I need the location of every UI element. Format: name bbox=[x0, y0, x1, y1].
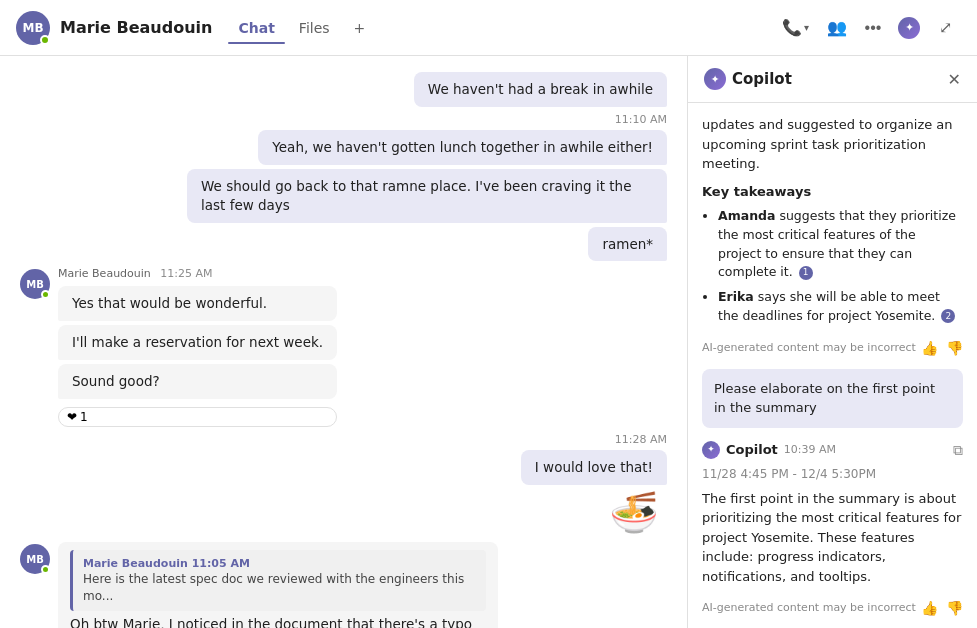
thumbs-down-icon[interactable]: 👎 bbox=[946, 338, 963, 359]
tab-files[interactable]: Files bbox=[289, 14, 340, 42]
reaction-count: 1 bbox=[80, 410, 88, 424]
copilot-response-time: 10:39 AM bbox=[784, 442, 836, 459]
message-bubble: Marie Beaudouin 11:05 AM Here is the lat… bbox=[58, 542, 498, 628]
copilot-response-text: The first point in the summary is about … bbox=[702, 489, 963, 587]
tab-chat[interactable]: Chat bbox=[228, 14, 284, 42]
copilot-prompt-bubble: Please elaborate on the first point in t… bbox=[702, 369, 963, 428]
message-bubble: We should go back to that ramne place. I… bbox=[187, 169, 667, 223]
call-icon: 📞 bbox=[782, 18, 802, 37]
message-bubble: Yeah, we haven't gotten lunch together i… bbox=[258, 130, 667, 165]
sender-status bbox=[41, 290, 50, 299]
main-layout: We haven't had a break in awhile 11:10 A… bbox=[0, 56, 977, 628]
sender-label: Marie Beaudouin 11:25 AM bbox=[58, 267, 337, 280]
reaction-badge[interactable]: ❤️ 1 bbox=[58, 407, 337, 427]
sender-status bbox=[41, 565, 50, 574]
call-dropdown-icon: ▾ bbox=[804, 22, 809, 33]
ai-footer-row: AI-generated content may be incorrect 👍 … bbox=[702, 334, 963, 359]
message-with-avatar: MB Marie Beaudouin 11:25 AM Yes that wou… bbox=[20, 267, 337, 427]
ai-footer-row-2: AI-generated content may be incorrect 👍 … bbox=[702, 594, 963, 619]
takeaway-author: Erika bbox=[718, 289, 754, 304]
copilot-response-header: ✦ Copilot 10:39 AM ⧉ bbox=[702, 440, 963, 461]
copilot-response-date: 11/28 4:45 PM - 12/4 5:30PM bbox=[702, 465, 963, 483]
feedback-icons-2: 👍 👎 bbox=[921, 598, 963, 619]
message-time: 11:28 AM bbox=[615, 433, 667, 446]
header: MB Marie Beaudouin Chat Files + 📞 ▾ 👥 ••… bbox=[0, 0, 977, 56]
message-with-avatar: MB Marie Beaudouin 11:05 AM Here is the … bbox=[20, 542, 498, 628]
sender-avatar: MB bbox=[20, 269, 50, 299]
popout-button[interactable]: ⤢ bbox=[929, 12, 961, 44]
quoted-text: Here is the latest spec doc we reviewed … bbox=[83, 571, 476, 605]
copilot-header: ✦ Copilot ✕ bbox=[688, 56, 977, 103]
message-bubble: We haven't had a break in awhile bbox=[414, 72, 667, 107]
copilot-response-label: Copilot bbox=[726, 440, 778, 460]
copilot-content: updates and suggested to organize an upc… bbox=[688, 103, 977, 628]
quoted-message: Marie Beaudouin 11:05 AM Here is the lat… bbox=[70, 550, 486, 611]
message-bubble: I would love that! bbox=[521, 450, 667, 485]
list-item: Amanda suggests that they prioritize the… bbox=[718, 207, 963, 282]
copilot-icon: ✦ bbox=[898, 17, 920, 39]
header-actions: 📞 ▾ 👥 ••• ✦ ⤢ bbox=[774, 12, 961, 44]
message-row: 11:10 AM Yeah, we haven't gotten lunch t… bbox=[20, 113, 667, 262]
message-bubble: ramen* bbox=[588, 227, 667, 262]
citation-badge[interactable]: 1 bbox=[799, 266, 813, 280]
popout-icon: ⤢ bbox=[939, 18, 952, 37]
message-text: Oh btw Marie, I noticed in the document … bbox=[70, 615, 486, 628]
copilot-button[interactable]: ✦ bbox=[893, 12, 925, 44]
thumbs-up-icon[interactable]: 👍 bbox=[921, 338, 938, 359]
list-item: Erika says she will be able to meet the … bbox=[718, 288, 963, 326]
chat-area: We haven't had a break in awhile 11:10 A… bbox=[0, 56, 687, 628]
message-row: MB Marie Beaudouin 11:25 AM Yes that wou… bbox=[20, 267, 667, 427]
messages-list: We haven't had a break in awhile 11:10 A… bbox=[0, 56, 687, 628]
message-time: 11:10 AM bbox=[615, 113, 667, 126]
copilot-panel: ✦ Copilot ✕ updates and suggested to org… bbox=[687, 56, 977, 628]
message-bubble: I'll make a reservation for next week. bbox=[58, 325, 337, 360]
citation-badge[interactable]: 2 bbox=[941, 309, 955, 323]
copy-icon[interactable]: ⧉ bbox=[953, 440, 963, 461]
sender-avatar: MB bbox=[20, 544, 50, 574]
contact-name: Marie Beaudouin bbox=[60, 18, 212, 37]
thumbs-down-icon-2[interactable]: 👎 bbox=[946, 598, 963, 619]
message-row: We haven't had a break in awhile bbox=[20, 72, 667, 107]
ellipsis-icon: ••• bbox=[865, 19, 882, 37]
message-bubble: Yes that would be wonderful. bbox=[58, 286, 337, 321]
takeaway-author: Amanda bbox=[718, 208, 775, 223]
message-group: Marie Beaudouin 11:05 AM Here is the lat… bbox=[58, 542, 498, 628]
quoted-sender: Marie Beaudouin 11:05 AM bbox=[83, 556, 476, 571]
summary-text: updates and suggested to organize an upc… bbox=[702, 115, 963, 174]
reaction-emoji: ❤️ bbox=[67, 410, 77, 424]
key-takeaways-label: Key takeaways bbox=[702, 182, 963, 202]
call-button[interactable]: 📞 ▾ bbox=[774, 14, 817, 41]
avatar: MB bbox=[16, 11, 50, 45]
header-tabs: Chat Files + bbox=[228, 14, 375, 42]
close-icon[interactable]: ✕ bbox=[948, 70, 961, 89]
feedback-icons: 👍 👎 bbox=[921, 338, 963, 359]
ai-disclaimer-2: AI-generated content may be incorrect bbox=[702, 600, 916, 617]
people-icon: 👥 bbox=[827, 18, 847, 37]
takeaways-list: Amanda suggests that they prioritize the… bbox=[702, 207, 963, 326]
message-row: 11:28 AM I would love that! 🍜 bbox=[20, 433, 667, 536]
ai-disclaimer: AI-generated content may be incorrect bbox=[702, 340, 916, 357]
thumbs-up-icon-2[interactable]: 👍 bbox=[921, 598, 938, 619]
message-row: MB Marie Beaudouin 11:05 AM Here is the … bbox=[20, 542, 667, 628]
people-button[interactable]: 👥 bbox=[821, 12, 853, 44]
ramen-emoji: 🍜 bbox=[609, 489, 667, 536]
copilot-response-icon: ✦ bbox=[702, 441, 720, 459]
message-bubble: Sound good? bbox=[58, 364, 337, 399]
message-group: Marie Beaudouin 11:25 AM Yes that would … bbox=[58, 267, 337, 427]
copilot-title: Copilot bbox=[732, 70, 948, 88]
more-options-button[interactable]: ••• bbox=[857, 12, 889, 44]
online-status-indicator bbox=[40, 35, 50, 45]
copilot-logo-icon: ✦ bbox=[704, 68, 726, 90]
tab-add[interactable]: + bbox=[344, 14, 376, 42]
